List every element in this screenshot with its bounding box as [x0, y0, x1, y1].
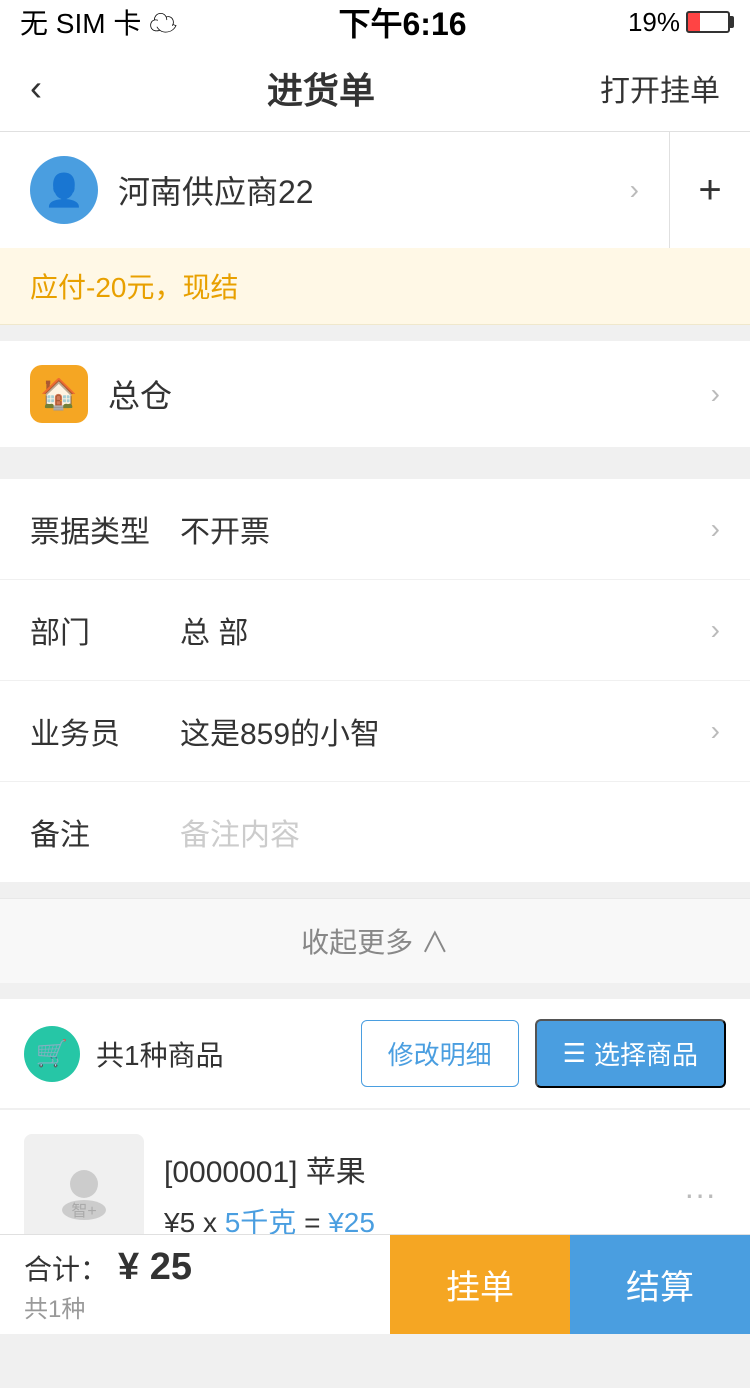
- supplier-section: 👤 河南供应商22 › +: [0, 132, 750, 248]
- product-thumb-icon: 智+: [54, 1164, 114, 1224]
- form-section: 票据类型 不开票 › 部门 总 部 › 业务员 这是859的小智 › 备注 备注…: [0, 479, 750, 882]
- chevron-right-icon: ›: [630, 174, 639, 206]
- chevron-right-icon: ›: [711, 513, 720, 545]
- back-button[interactable]: ‹: [30, 67, 42, 109]
- cart-icon: 🛒: [36, 1038, 68, 1069]
- modify-detail-button[interactable]: 修改明细: [361, 1020, 519, 1087]
- nav-bar: ‹ 进货单 打开挂单: [0, 44, 750, 132]
- salesman-value: 这是859的小智: [150, 709, 711, 753]
- invoice-label: 票据类型: [30, 507, 150, 551]
- status-battery-area: 19%: [628, 7, 730, 38]
- supplier-selector[interactable]: 👤 河南供应商22 ›: [0, 132, 670, 248]
- dept-value: 总 部: [150, 608, 711, 652]
- main-content: 👤 河南供应商22 › + 应付-20元，现结 🏠 总仓 › 票据类型 不开票 …: [0, 132, 750, 1388]
- products-icon: 🛒: [24, 1026, 80, 1082]
- total-amount: ¥ 25: [118, 1246, 192, 1289]
- separator: [0, 325, 750, 341]
- products-count: 共1种商品: [96, 1034, 361, 1074]
- total-row: 合计： ¥ 25: [24, 1246, 366, 1289]
- total-sub: 共1种: [24, 1289, 366, 1324]
- remark-label: 备注: [30, 810, 150, 854]
- chevron-right-icon: ›: [711, 715, 720, 747]
- remark-row[interactable]: 备注 备注内容: [0, 782, 750, 882]
- open-hangsign-button[interactable]: 打开挂单: [600, 66, 720, 110]
- select-product-label: 选择商品: [594, 1035, 698, 1072]
- product-title: 苹果: [306, 1156, 366, 1189]
- salesman-row[interactable]: 业务员 这是859的小智 ›: [0, 681, 750, 782]
- add-supplier-button[interactable]: +: [670, 132, 750, 248]
- total-label: 合计：: [24, 1248, 108, 1288]
- notice-bar: 应付-20元，现结: [0, 248, 750, 325]
- invoice-type-row[interactable]: 票据类型 不开票 ›: [0, 479, 750, 580]
- select-product-button[interactable]: ☰ 选择商品: [535, 1019, 726, 1088]
- status-time: 下午6:16: [339, 0, 467, 45]
- dept-row[interactable]: 部门 总 部 ›: [0, 580, 750, 681]
- svg-text:智+: 智+: [71, 1202, 96, 1220]
- invoice-value: 不开票: [150, 507, 711, 551]
- checkout-button[interactable]: 结算: [570, 1235, 750, 1334]
- hangsign-button[interactable]: 挂单: [390, 1235, 570, 1334]
- warehouse-section: 🏠 总仓 ›: [0, 341, 750, 447]
- product-name: [0000001] 苹果: [164, 1147, 674, 1191]
- remark-input[interactable]: 备注内容: [150, 810, 720, 854]
- warehouse-icon: 🏠: [30, 365, 88, 423]
- home-icon: 🏠: [40, 377, 77, 412]
- salesman-label: 业务员: [30, 709, 150, 753]
- battery-icon: [686, 11, 730, 33]
- product-info: [0000001] 苹果 ¥5 x 5千克 = ¥25: [164, 1147, 674, 1241]
- select-product-icon: ☰: [563, 1038, 586, 1069]
- battery-percent: 19%: [628, 7, 680, 38]
- chevron-right-icon: ›: [711, 614, 720, 646]
- products-header: 🛒 共1种商品 修改明细 ☰ 选择商品: [0, 999, 750, 1109]
- dept-label: 部门: [30, 608, 150, 652]
- product-more-button[interactable]: ···: [674, 1166, 726, 1223]
- collapse-button[interactable]: 收起更多 ∧: [0, 898, 750, 983]
- product-code: [0000001]: [164, 1156, 297, 1189]
- warehouse-selector[interactable]: 🏠 总仓 ›: [0, 341, 750, 447]
- bottom-bar: 合计： ¥ 25 共1种 挂单 结算: [0, 1234, 750, 1334]
- page-title: 进货单: [267, 62, 375, 114]
- supplier-avatar: 👤: [30, 156, 98, 224]
- warehouse-name: 总仓: [108, 371, 711, 417]
- status-bar: 无 SIM 卡 ☁ 下午6:16 19%: [0, 0, 750, 44]
- status-signal: 无 SIM 卡 ☁: [20, 2, 177, 42]
- supplier-name: 河南供应商22: [118, 167, 630, 213]
- avatar-icon: 👤: [44, 171, 84, 209]
- total-section: 合计： ¥ 25 共1种: [0, 1235, 390, 1334]
- separator2: [0, 463, 750, 479]
- chevron-right-icon: ›: [711, 378, 720, 410]
